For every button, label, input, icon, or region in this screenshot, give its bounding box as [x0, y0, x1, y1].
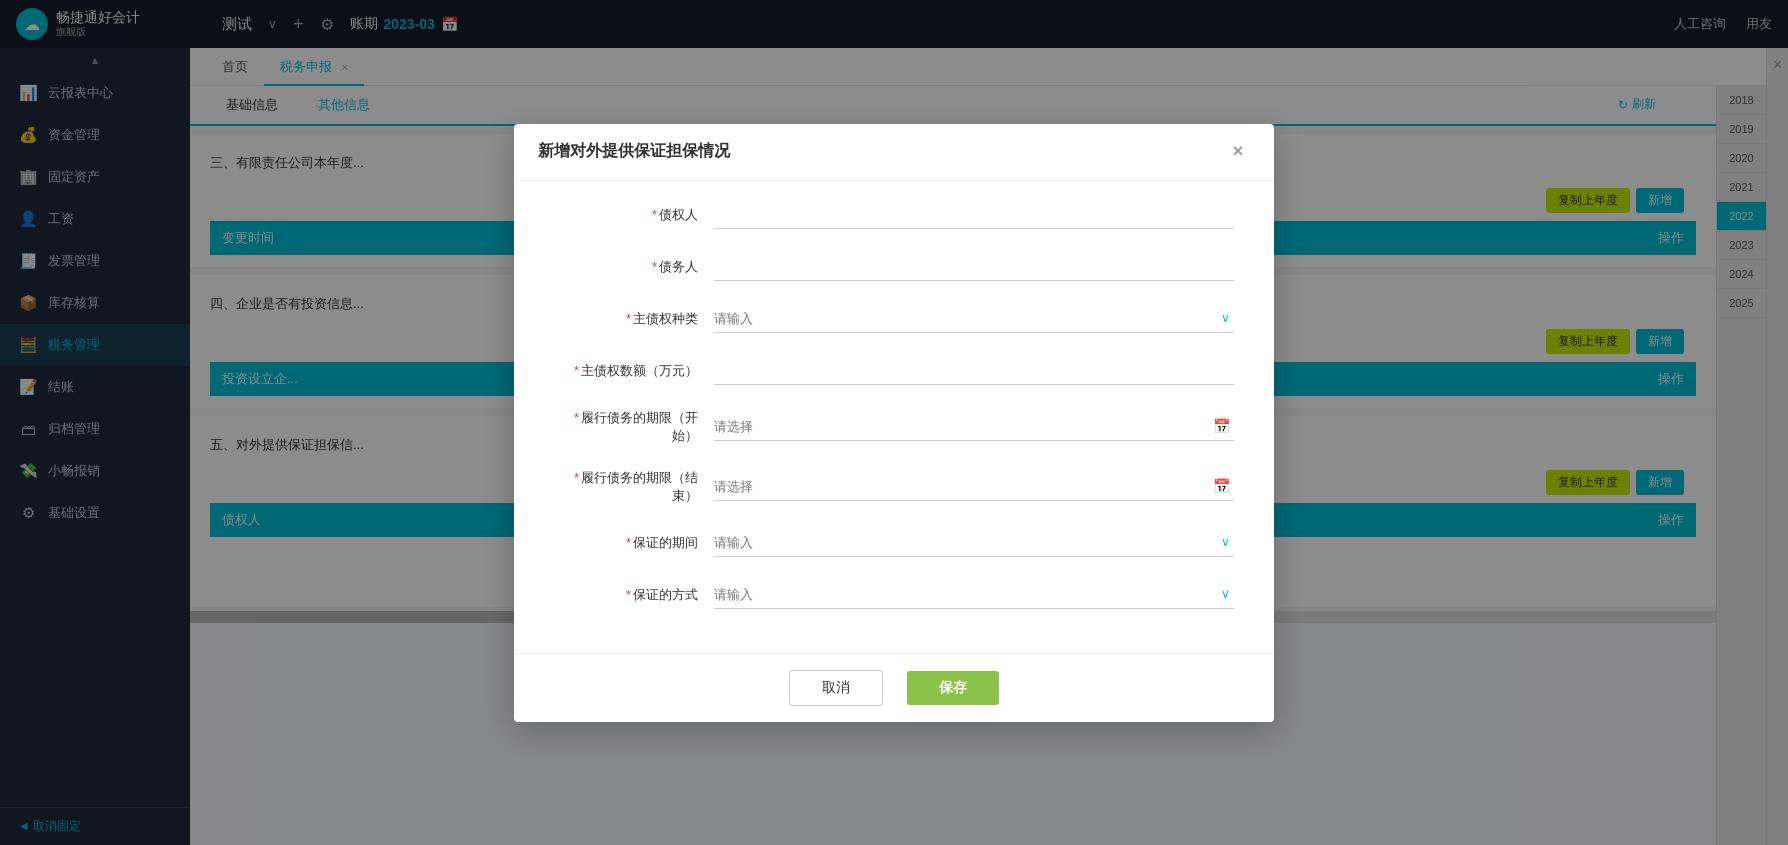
form-row-debtor: *债务人	[554, 253, 1234, 281]
form-row-claim-amount: *主债权数额（万元）	[554, 357, 1234, 385]
label-debtor: *债务人	[554, 258, 714, 276]
modal-guarantee: 新增对外提供保证担保情况 × *债权人 *债务人 *	[514, 124, 1274, 722]
calendar-icon-end[interactable]: 📅	[1213, 478, 1230, 494]
date-input-end[interactable]	[714, 473, 1234, 500]
cancel-button[interactable]: 取消	[789, 670, 883, 706]
input-creditor[interactable]	[714, 201, 1234, 229]
date-input-start[interactable]	[714, 413, 1234, 440]
form-row-date-start: *履行债务的期限（开始） 📅	[554, 409, 1234, 445]
modal-overlay: 新增对外提供保证担保情况 × *债权人 *债务人 *	[0, 0, 1788, 845]
form-row-guarantee-period: *保证的期间 ∨	[554, 529, 1234, 557]
date-wrap-end: 📅	[714, 473, 1234, 501]
modal-header: 新增对外提供保证担保情况 ×	[514, 124, 1274, 181]
modal-body: *债权人 *债务人 *主债权种类 ∨	[514, 181, 1274, 653]
form-row-guarantee-method: *保证的方式 ∨	[554, 581, 1234, 609]
select-wrap-guarantee-method: ∨	[714, 581, 1234, 609]
label-claim-amount: *主债权数额（万元）	[554, 362, 714, 380]
modal-title: 新增对外提供保证担保情况	[538, 141, 730, 162]
select-wrap-guarantee-period: ∨	[714, 529, 1234, 557]
label-date-end: *履行债务的期限（结束）	[554, 469, 714, 505]
date-wrap-start: 📅	[714, 413, 1234, 441]
form-row-creditor: *债权人	[554, 201, 1234, 229]
save-button[interactable]: 保存	[907, 671, 999, 705]
input-debtor[interactable]	[714, 253, 1234, 281]
select-claim-type[interactable]	[714, 305, 1234, 332]
form-row-claim-type: *主债权种类 ∨	[554, 305, 1234, 333]
form-row-date-end: *履行债务的期限（结束） 📅	[554, 469, 1234, 505]
label-guarantee-method: *保证的方式	[554, 586, 714, 604]
modal-footer: 取消 保存	[514, 653, 1274, 722]
label-date-start: *履行债务的期限（开始）	[554, 409, 714, 445]
input-claim-amount[interactable]	[714, 357, 1234, 385]
label-guarantee-period: *保证的期间	[554, 534, 714, 552]
modal-close-button[interactable]: ×	[1226, 140, 1250, 164]
label-claim-type: *主债权种类	[554, 310, 714, 328]
label-creditor: *债权人	[554, 206, 714, 224]
calendar-icon-start[interactable]: 📅	[1213, 418, 1230, 434]
select-wrap-claim-type: ∨	[714, 305, 1234, 333]
select-guarantee-period[interactable]	[714, 529, 1234, 556]
select-guarantee-method[interactable]	[714, 581, 1234, 608]
